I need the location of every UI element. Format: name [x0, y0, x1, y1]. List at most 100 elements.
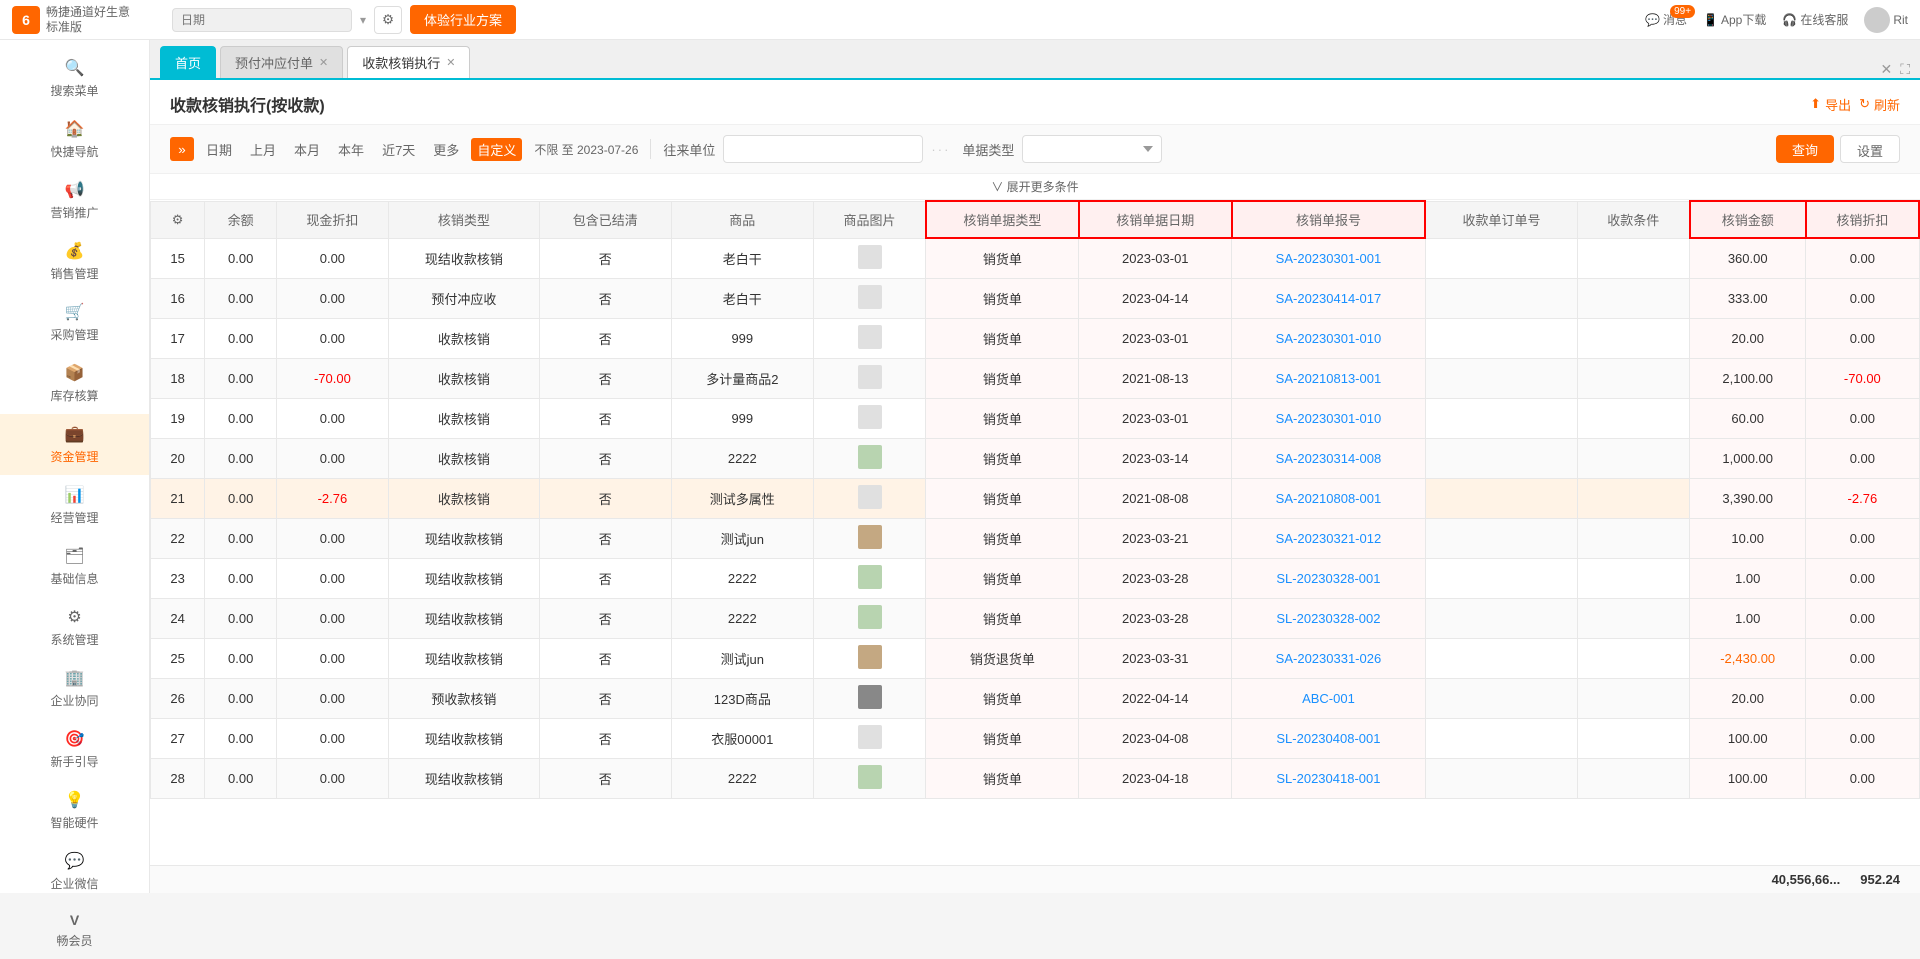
verify-bill-date: 2023-04-18 — [1079, 758, 1232, 798]
query-button[interactable]: 查询 — [1776, 135, 1834, 163]
top-bar: 6 畅捷通道好生意 标准版 ▾ ⚙ 体验行业方案 💬 消息 99+ 📱 App下… — [0, 0, 1920, 40]
tab-prepay[interactable]: 预付冲应付单 ✕ — [220, 46, 343, 78]
table-row: 150.000.00现结收款核销否老白干销货单2023-03-01SA-2023… — [151, 238, 1920, 278]
sidebar-item-purchase[interactable]: 🛒 采购管理 — [0, 292, 149, 353]
product-image — [858, 405, 882, 429]
table-row: 230.000.00现结收款核销否2222销货单2023-03-28SL-202… — [151, 558, 1920, 598]
sidebar-item-system[interactable]: ⚙ 系统管理 — [0, 597, 149, 658]
operations-icon: 📊 — [65, 485, 85, 505]
sidebar-item-search[interactable]: 🔍 搜索菜单 — [0, 48, 149, 109]
sidebar-item-basic[interactable]: 🗂 基础信息 — [0, 536, 149, 597]
verify-bill-no[interactable]: SL-20230408-001 — [1232, 718, 1425, 758]
include-settled: 否 — [540, 278, 671, 318]
sidebar-item-shortcuts[interactable]: 🏠 快捷导航 — [0, 109, 149, 170]
product-img — [814, 478, 926, 518]
row-id: 28 — [151, 758, 205, 798]
product-image — [858, 245, 882, 269]
date-opt-custom[interactable]: 自定义 — [471, 138, 522, 161]
sidebar-item-corp[interactable]: 🏢 企业协同 — [0, 658, 149, 719]
app-download-button[interactable]: 📱 App下载 — [1703, 11, 1766, 28]
date-opt-7days[interactable]: 近7天 — [376, 138, 421, 161]
verify-bill-no[interactable]: SA-20230321-012 — [1232, 518, 1425, 558]
verify-bill-no[interactable]: SL-20230328-002 — [1232, 598, 1425, 638]
filter-toggle-button[interactable]: » — [170, 137, 194, 161]
sidebar-item-guide[interactable]: 🎯 新手引导 — [0, 719, 149, 780]
verify-bill-no[interactable]: SA-20230314-008 — [1232, 438, 1425, 478]
product: 衣服00001 — [671, 718, 814, 758]
verify-bill-date: 2023-04-14 — [1079, 278, 1232, 318]
cash-discount: 0.00 — [277, 518, 389, 558]
expand-more-bar[interactable]: ∨ 展开更多条件 — [150, 174, 1920, 200]
product-img — [814, 278, 926, 318]
date-opt-this-month[interactable]: 本月 — [288, 138, 326, 161]
verify-bill-type: 销货单 — [926, 758, 1079, 798]
date-opt-last-month[interactable]: 上月 — [244, 138, 282, 161]
verify-bill-no[interactable]: SA-20210813-001 — [1232, 358, 1425, 398]
verify-bill-no[interactable]: SA-20230301-010 — [1232, 318, 1425, 358]
receipt-order-no — [1425, 318, 1577, 358]
table-row: 220.000.00现结收款核销否测试jun销货单2023-03-21SA-20… — [151, 518, 1920, 558]
row-id: 24 — [151, 598, 205, 638]
th-settings[interactable]: ⚙ — [151, 201, 205, 238]
date-opt-more[interactable]: 更多 — [427, 138, 465, 161]
sidebar-item-operations[interactable]: 📊 经营管理 — [0, 475, 149, 536]
sidebar-item-marketing[interactable]: 📢 营销推广 — [0, 170, 149, 231]
verify-bill-no[interactable]: SL-20230328-001 — [1232, 558, 1425, 598]
verify-bill-no[interactable]: SL-20230418-001 — [1232, 758, 1425, 798]
verify-type: 现结收款核销 — [388, 558, 539, 598]
verify-bill-no[interactable]: SA-20210808-001 — [1232, 478, 1425, 518]
verify-bill-no[interactable]: SA-20230414-017 — [1232, 278, 1425, 318]
verify-amount: 100.00 — [1690, 758, 1806, 798]
receipt-order-no — [1425, 558, 1577, 598]
system-icon: ⚙ — [67, 607, 81, 627]
row-id: 20 — [151, 438, 205, 478]
maximize-icon[interactable]: ⛶ — [1900, 61, 1910, 78]
include-settled: 否 — [540, 558, 671, 598]
sidebar-item-finance[interactable]: 💼 资金管理 — [0, 414, 149, 475]
bill-type-select[interactable] — [1022, 135, 1162, 163]
breadcrumb-input[interactable] — [172, 8, 352, 32]
online-service-button[interactable]: 🎧 在线客服 — [1782, 11, 1848, 28]
verify-discount: -2.76 — [1806, 478, 1919, 518]
verify-bill-no[interactable]: SA-20230301-010 — [1232, 398, 1425, 438]
th-product: 商品 — [671, 201, 814, 238]
verify-type: 收款核销 — [388, 478, 539, 518]
verify-bill-no[interactable]: ABC-001 — [1232, 678, 1425, 718]
verify-bill-type: 销货单 — [926, 718, 1079, 758]
receipt-order-no — [1425, 398, 1577, 438]
product-img — [814, 358, 926, 398]
date-opt-this-year[interactable]: 本年 — [332, 138, 370, 161]
verify-discount: 0.00 — [1806, 318, 1919, 358]
tab-close-prepay[interactable]: ✕ — [319, 56, 328, 69]
receipt-condition — [1577, 438, 1689, 478]
marketing-icon: 📢 — [65, 180, 85, 200]
tab-home[interactable]: 首页 — [160, 46, 216, 78]
sidebar-item-sales[interactable]: 💰 销售管理 — [0, 231, 149, 292]
verify-bill-no[interactable]: SA-20230301-001 — [1232, 238, 1425, 278]
verify-discount: 0.00 — [1806, 398, 1919, 438]
member-icon: V — [70, 912, 79, 928]
verify-bill-no[interactable]: SA-20230331-026 — [1232, 638, 1425, 678]
sidebar-item-inventory[interactable]: 📦 库存核算 — [0, 353, 149, 414]
user-avatar — [1864, 7, 1890, 33]
cash-discount: 0.00 — [277, 318, 389, 358]
industry-button[interactable]: 体验行业方案 — [410, 5, 516, 34]
filter-settings-button[interactable]: 设置 — [1840, 135, 1900, 163]
verify-type: 预付冲应收 — [388, 278, 539, 318]
user-menu[interactable]: Rit — [1864, 7, 1908, 33]
sidebar-item-hardware[interactable]: 💡 智能硬件 — [0, 780, 149, 841]
gear-button[interactable]: ⚙ — [374, 6, 402, 34]
message-button[interactable]: 💬 消息 99+ — [1645, 11, 1687, 28]
close-window-icon[interactable]: ✕ — [1880, 61, 1892, 78]
product-image — [858, 605, 882, 629]
tab-close-verify[interactable]: ✕ — [446, 56, 455, 69]
export-button[interactable]: ⬆ 导出 — [1810, 95, 1851, 114]
verify-discount: 0.00 — [1806, 278, 1919, 318]
tab-verify[interactable]: 收款核销执行 ✕ — [347, 46, 470, 78]
partner-more-icon[interactable]: ··· — [931, 142, 950, 157]
partner-input[interactable] — [723, 135, 923, 163]
refresh-button[interactable]: ↻ 刷新 — [1859, 95, 1900, 114]
include-settled: 否 — [540, 478, 671, 518]
sidebar-item-member[interactable]: V 畅会员 — [0, 902, 149, 959]
receipt-condition — [1577, 478, 1689, 518]
